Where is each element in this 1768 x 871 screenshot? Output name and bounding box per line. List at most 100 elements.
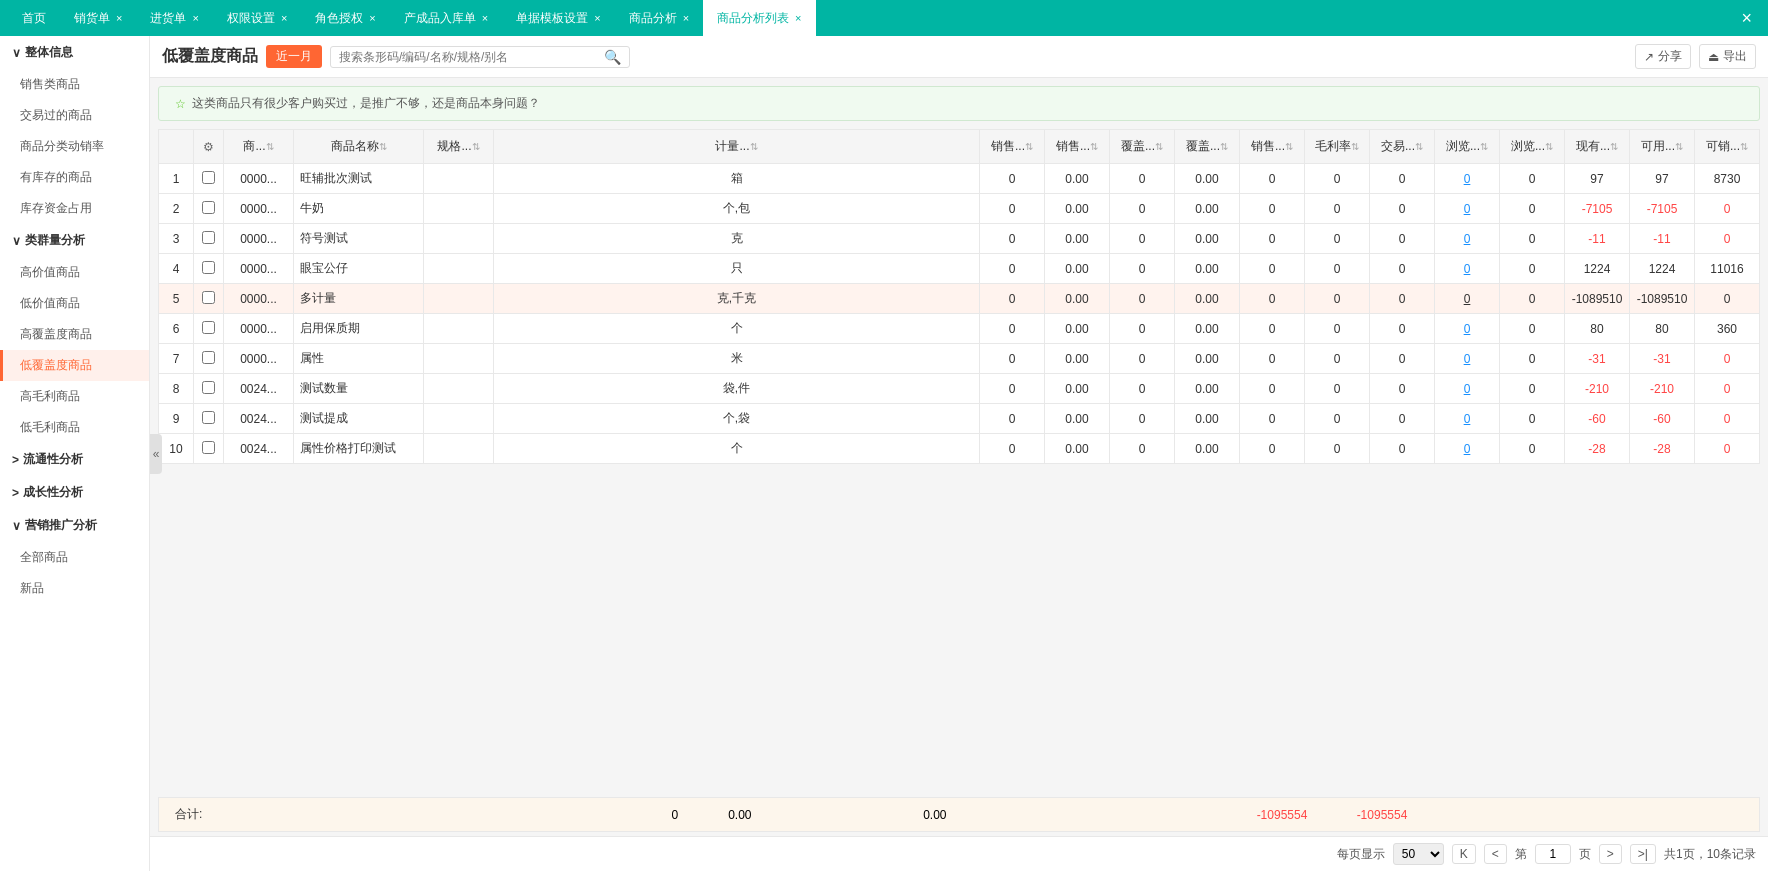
row-sale3: 0 xyxy=(1240,254,1305,284)
search-box[interactable]: 🔍 xyxy=(330,46,630,68)
row-checkbox[interactable] xyxy=(194,224,224,254)
row-browse1[interactable]: 0 xyxy=(1435,194,1500,224)
row-name[interactable]: 多计量 xyxy=(294,284,424,314)
col-cov2[interactable]: 覆盖...⇅ xyxy=(1175,130,1240,164)
close-icon[interactable]: × xyxy=(683,12,689,24)
first-page-button[interactable]: K xyxy=(1452,844,1476,864)
sidebar-group-circulation[interactable]: > 流通性分析 xyxy=(0,443,149,476)
col-unit[interactable]: 计量...⇅ xyxy=(494,130,980,164)
row-name[interactable]: 属性价格打印测试 xyxy=(294,434,424,464)
sidebar-group-cluster[interactable]: ∨ 类群量分析 xyxy=(0,224,149,257)
row-checkbox[interactable] xyxy=(194,314,224,344)
close-icon[interactable]: × xyxy=(369,12,375,24)
close-icon[interactable]: × xyxy=(116,12,122,24)
sidebar-item-low-profit[interactable]: 低毛利商品 xyxy=(0,412,149,443)
col-sale3[interactable]: 销售...⇅ xyxy=(1240,130,1305,164)
row-name[interactable]: 符号测试 xyxy=(294,224,424,254)
sidebar-item-high-value[interactable]: 高价值商品 xyxy=(0,257,149,288)
time-filter-button[interactable]: 近一月 xyxy=(266,45,322,68)
sidebar-item-new-products[interactable]: 新品 xyxy=(0,573,149,604)
nav-item-product-analysis-list[interactable]: 商品分析列表 × xyxy=(703,0,815,36)
col-trans[interactable]: 交易...⇅ xyxy=(1370,130,1435,164)
row-browse1[interactable]: 0 xyxy=(1435,314,1500,344)
export-button[interactable]: ⏏ 导出 xyxy=(1699,44,1756,69)
row-checkbox[interactable] xyxy=(194,374,224,404)
sidebar-item-all-products[interactable]: 全部商品 xyxy=(0,542,149,573)
close-icon[interactable]: × xyxy=(482,12,488,24)
row-name[interactable]: 牛奶 xyxy=(294,194,424,224)
col-sale1[interactable]: 销售...⇅ xyxy=(980,130,1045,164)
sidebar-group-overall[interactable]: ∨ 整体信息 xyxy=(0,36,149,69)
sidebar-item-sales-products[interactable]: 销售类商品 xyxy=(0,69,149,100)
sidebar-item-traded-products[interactable]: 交易过的商品 xyxy=(0,100,149,131)
nav-item-permission[interactable]: 权限设置 × xyxy=(213,0,301,36)
window-close-button[interactable]: × xyxy=(1733,8,1760,29)
sidebar-item-high-coverage[interactable]: 高覆盖度商品 xyxy=(0,319,149,350)
row-browse1[interactable]: 0 xyxy=(1435,224,1500,254)
row-checkbox[interactable] xyxy=(194,434,224,464)
row-browse1[interactable]: 0 xyxy=(1435,404,1500,434)
next-page-button[interactable]: > xyxy=(1599,844,1622,864)
col-current[interactable]: 现有...⇅ xyxy=(1565,130,1630,164)
row-current: -7105 xyxy=(1565,194,1630,224)
nav-item-purchase[interactable]: 进货单 × xyxy=(136,0,212,36)
row-checkbox[interactable] xyxy=(194,194,224,224)
sidebar-toggle[interactable]: « xyxy=(150,434,162,474)
nav-item-template[interactable]: 单据模板设置 × xyxy=(502,0,614,36)
table-wrapper[interactable]: ⚙ 商...⇅ 商品名称⇅ 规格...⇅ 计量...⇅ xyxy=(158,129,1760,797)
col-spec[interactable]: 规格...⇅ xyxy=(424,130,494,164)
sidebar-item-low-value[interactable]: 低价值商品 xyxy=(0,288,149,319)
row-browse1[interactable]: 0 xyxy=(1435,164,1500,194)
nav-item-product-warehouse[interactable]: 产成品入库单 × xyxy=(390,0,502,36)
sidebar-group-marketing[interactable]: ∨ 营销推广分析 xyxy=(0,509,149,542)
row-browse1[interactable]: 0 xyxy=(1435,284,1500,314)
row-checkbox[interactable] xyxy=(194,344,224,374)
row-name[interactable]: 眼宝公仔 xyxy=(294,254,424,284)
col-checkbox[interactable]: ⚙ xyxy=(194,130,224,164)
row-name[interactable]: 启用保质期 xyxy=(294,314,424,344)
row-name[interactable]: 测试数量 xyxy=(294,374,424,404)
sidebar-item-category-rate[interactable]: 商品分类动销率 xyxy=(0,131,149,162)
last-page-button[interactable]: >| xyxy=(1630,844,1656,864)
row-browse1[interactable]: 0 xyxy=(1435,344,1500,374)
sidebar-item-stock-products[interactable]: 有库存的商品 xyxy=(0,162,149,193)
nav-item-product-analysis[interactable]: 商品分析 × xyxy=(615,0,703,36)
close-icon[interactable]: × xyxy=(281,12,287,24)
col-available[interactable]: 可用...⇅ xyxy=(1630,130,1695,164)
col-cov1[interactable]: 覆盖...⇅ xyxy=(1110,130,1175,164)
col-name[interactable]: 商品名称⇅ xyxy=(294,130,424,164)
close-icon[interactable]: × xyxy=(192,12,198,24)
row-checkbox[interactable] xyxy=(194,404,224,434)
col-browse1[interactable]: 浏览...⇅ xyxy=(1435,130,1500,164)
row-num: 8 xyxy=(159,374,194,404)
row-checkbox[interactable] xyxy=(194,254,224,284)
col-code[interactable]: 商...⇅ xyxy=(224,130,294,164)
row-name[interactable]: 属性 xyxy=(294,344,424,374)
sidebar-item-high-profit[interactable]: 高毛利商品 xyxy=(0,381,149,412)
sidebar-group-growth[interactable]: > 成长性分析 xyxy=(0,476,149,509)
col-saleable[interactable]: 可销...⇅ xyxy=(1695,130,1760,164)
col-sale2[interactable]: 销售...⇅ xyxy=(1045,130,1110,164)
nav-item-home[interactable]: 首页 xyxy=(8,0,60,36)
sidebar-item-low-coverage[interactable]: 低覆盖度商品 xyxy=(0,350,149,381)
search-input[interactable] xyxy=(339,50,604,64)
close-icon[interactable]: × xyxy=(594,12,600,24)
nav-item-role[interactable]: 角色授权 × xyxy=(301,0,389,36)
page-number-input[interactable] xyxy=(1535,844,1571,864)
col-browse2[interactable]: 浏览...⇅ xyxy=(1500,130,1565,164)
gear-icon[interactable]: ⚙ xyxy=(203,140,214,154)
row-browse1[interactable]: 0 xyxy=(1435,374,1500,404)
row-browse1[interactable]: 0 xyxy=(1435,254,1500,284)
close-icon[interactable]: × xyxy=(795,12,801,24)
sidebar-item-stock-capital[interactable]: 库存资金占用 xyxy=(0,193,149,224)
page-size-select[interactable]: 50 100 200 xyxy=(1393,843,1444,865)
row-name[interactable]: 旺辅批次测试 xyxy=(294,164,424,194)
row-checkbox[interactable] xyxy=(194,164,224,194)
prev-page-button[interactable]: < xyxy=(1484,844,1507,864)
nav-item-sales[interactable]: 销货单 × xyxy=(60,0,136,36)
row-name[interactable]: 测试提成 xyxy=(294,404,424,434)
share-button[interactable]: ↗ 分享 xyxy=(1635,44,1691,69)
row-checkbox[interactable] xyxy=(194,284,224,314)
col-gross[interactable]: 毛利率⇅ xyxy=(1305,130,1370,164)
row-browse1[interactable]: 0 xyxy=(1435,434,1500,464)
